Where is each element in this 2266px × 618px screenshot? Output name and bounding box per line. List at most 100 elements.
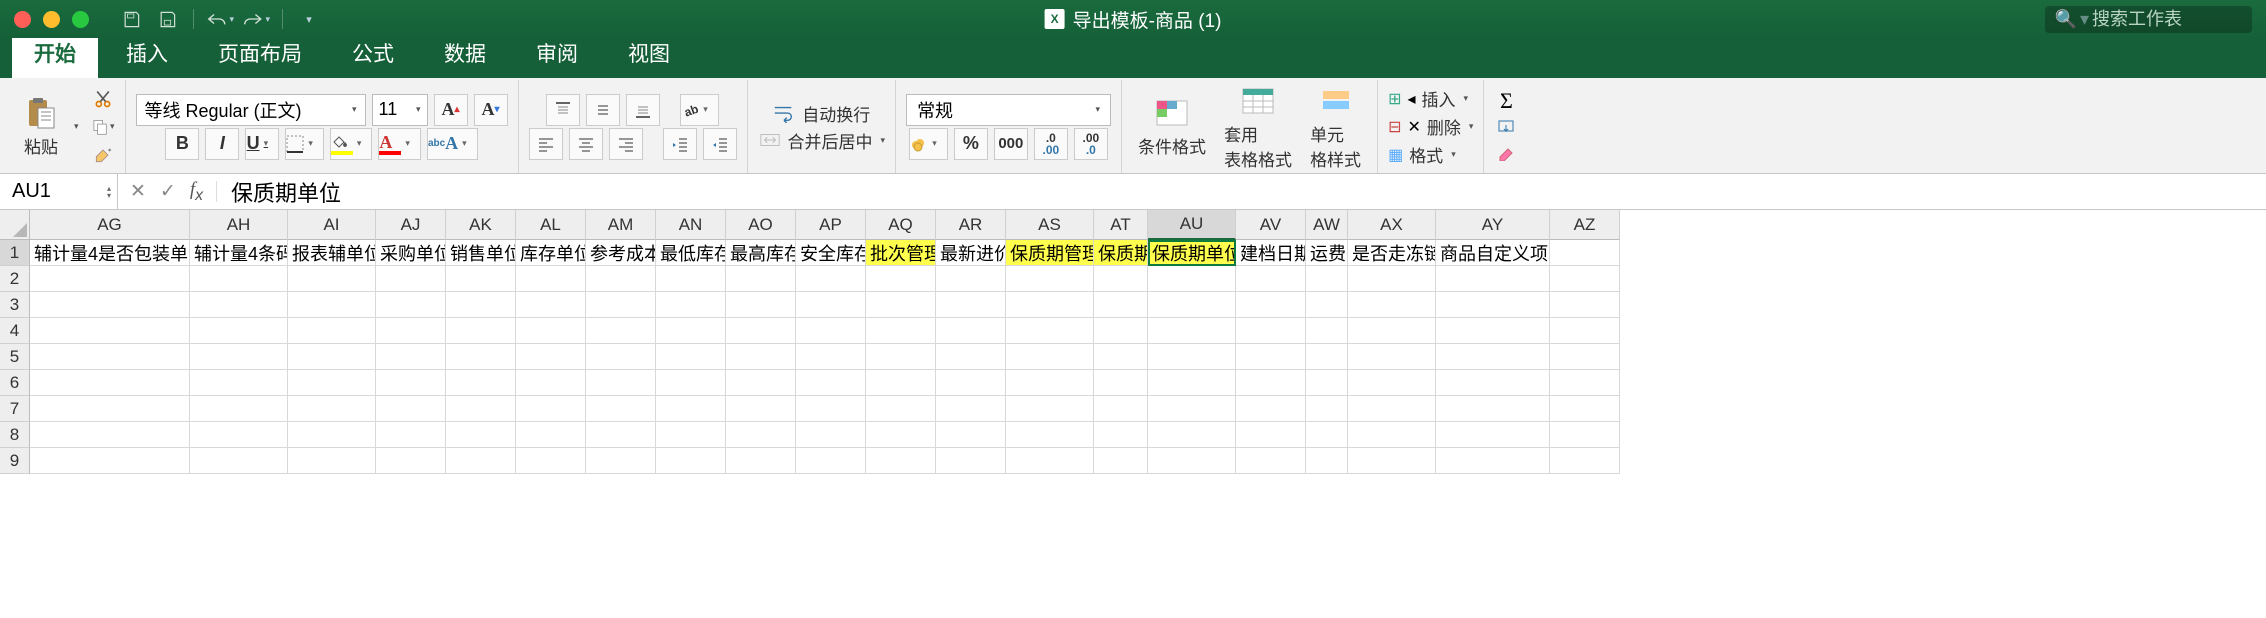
cell[interactable] <box>1094 318 1148 344</box>
cell[interactable] <box>1348 422 1436 448</box>
decrease-indent-button[interactable] <box>663 128 697 160</box>
border-button[interactable] <box>285 128 324 160</box>
cell[interactable] <box>1094 448 1148 474</box>
cell[interactable] <box>1550 240 1620 266</box>
cell[interactable] <box>866 344 936 370</box>
italic-button[interactable]: I <box>205 128 239 160</box>
column-header[interactable]: AR <box>936 210 1006 240</box>
column-header[interactable]: AJ <box>376 210 446 240</box>
undo-button[interactable]: ▾ <box>206 7 234 31</box>
row-header[interactable]: 2 <box>0 266 30 292</box>
cell[interactable] <box>446 344 516 370</box>
cell[interactable] <box>1550 422 1620 448</box>
cell[interactable] <box>1306 422 1348 448</box>
cell[interactable] <box>1006 396 1094 422</box>
cell[interactable] <box>936 448 1006 474</box>
cell[interactable]: 批次管理 <box>866 240 936 266</box>
cell[interactable] <box>1436 422 1550 448</box>
cell[interactable] <box>1436 292 1550 318</box>
column-header[interactable]: AM <box>586 210 656 240</box>
cell[interactable] <box>1094 396 1148 422</box>
cell[interactable] <box>1006 318 1094 344</box>
cell[interactable] <box>516 318 586 344</box>
cell[interactable] <box>30 318 190 344</box>
cell[interactable] <box>586 448 656 474</box>
name-box[interactable]: AU1 ▴▾ <box>0 174 118 209</box>
cell[interactable] <box>1006 370 1094 396</box>
column-header[interactable]: AK <box>446 210 516 240</box>
cell[interactable] <box>656 266 726 292</box>
column-header[interactable]: AQ <box>866 210 936 240</box>
cell[interactable] <box>376 370 446 396</box>
cell[interactable] <box>1348 266 1436 292</box>
cell[interactable]: 保质期管理 <box>1006 240 1094 266</box>
cell[interactable] <box>1348 292 1436 318</box>
row-header[interactable]: 7 <box>0 396 30 422</box>
cell[interactable] <box>190 292 288 318</box>
cut-button[interactable] <box>91 87 115 111</box>
row-header[interactable]: 4 <box>0 318 30 344</box>
cell[interactable] <box>1348 396 1436 422</box>
cell[interactable] <box>288 292 376 318</box>
column-header[interactable]: AV <box>1236 210 1306 240</box>
cell[interactable] <box>190 344 288 370</box>
cell[interactable] <box>376 344 446 370</box>
cell[interactable] <box>1436 266 1550 292</box>
cell[interactable] <box>516 370 586 396</box>
row-header[interactable]: 8 <box>0 422 30 448</box>
cell[interactable] <box>1436 370 1550 396</box>
column-header[interactable]: AY <box>1436 210 1550 240</box>
column-header[interactable]: AW <box>1306 210 1348 240</box>
align-center-button[interactable] <box>569 128 603 160</box>
cell[interactable] <box>726 448 796 474</box>
redo-button[interactable]: ▾ <box>242 7 270 31</box>
cell[interactable] <box>446 318 516 344</box>
cell[interactable] <box>656 422 726 448</box>
format-cells-button[interactable]: ▦ 格式 ▾ <box>1388 142 1456 167</box>
format-painter-button[interactable] <box>91 143 115 167</box>
cell[interactable] <box>376 266 446 292</box>
cell[interactable] <box>1006 448 1094 474</box>
cell[interactable] <box>1148 318 1236 344</box>
cell[interactable] <box>936 318 1006 344</box>
cell[interactable] <box>1348 370 1436 396</box>
column-header[interactable]: AP <box>796 210 866 240</box>
cell[interactable] <box>1306 448 1348 474</box>
cell[interactable] <box>1348 318 1436 344</box>
cell[interactable] <box>1236 318 1306 344</box>
cell[interactable] <box>1148 422 1236 448</box>
cell[interactable] <box>30 370 190 396</box>
cell[interactable] <box>866 318 936 344</box>
align-top-button[interactable] <box>546 94 580 126</box>
cell[interactable] <box>656 344 726 370</box>
font-name-select[interactable]: 等线 Regular (正文)▾ <box>136 94 366 126</box>
cancel-formula-button[interactable]: ✕ <box>130 180 146 203</box>
cell[interactable] <box>190 448 288 474</box>
cell[interactable] <box>516 396 586 422</box>
column-header[interactable]: AO <box>726 210 796 240</box>
cell[interactable] <box>866 396 936 422</box>
cell[interactable] <box>1436 448 1550 474</box>
cell[interactable] <box>726 292 796 318</box>
cell[interactable]: 商品自定义项 <box>1436 240 1550 266</box>
cell[interactable] <box>190 318 288 344</box>
row-header[interactable]: 1 <box>0 240 30 266</box>
cell[interactable] <box>796 292 866 318</box>
cell[interactable] <box>446 292 516 318</box>
cell[interactable]: 库存单位 <box>516 240 586 266</box>
cell[interactable] <box>446 370 516 396</box>
row-header[interactable]: 5 <box>0 344 30 370</box>
cell[interactable] <box>1236 448 1306 474</box>
column-header[interactable]: AU <box>1148 210 1236 240</box>
cell[interactable] <box>1236 370 1306 396</box>
cell[interactable] <box>30 422 190 448</box>
cell[interactable] <box>1094 266 1148 292</box>
clear-button[interactable] <box>1494 141 1518 165</box>
cell[interactable] <box>1550 292 1620 318</box>
cell[interactable] <box>866 370 936 396</box>
cell[interactable] <box>586 422 656 448</box>
minimize-button[interactable] <box>43 11 60 28</box>
cell[interactable] <box>190 422 288 448</box>
increase-decimal-button[interactable]: .0.00 <box>1034 128 1068 160</box>
cell[interactable] <box>30 396 190 422</box>
